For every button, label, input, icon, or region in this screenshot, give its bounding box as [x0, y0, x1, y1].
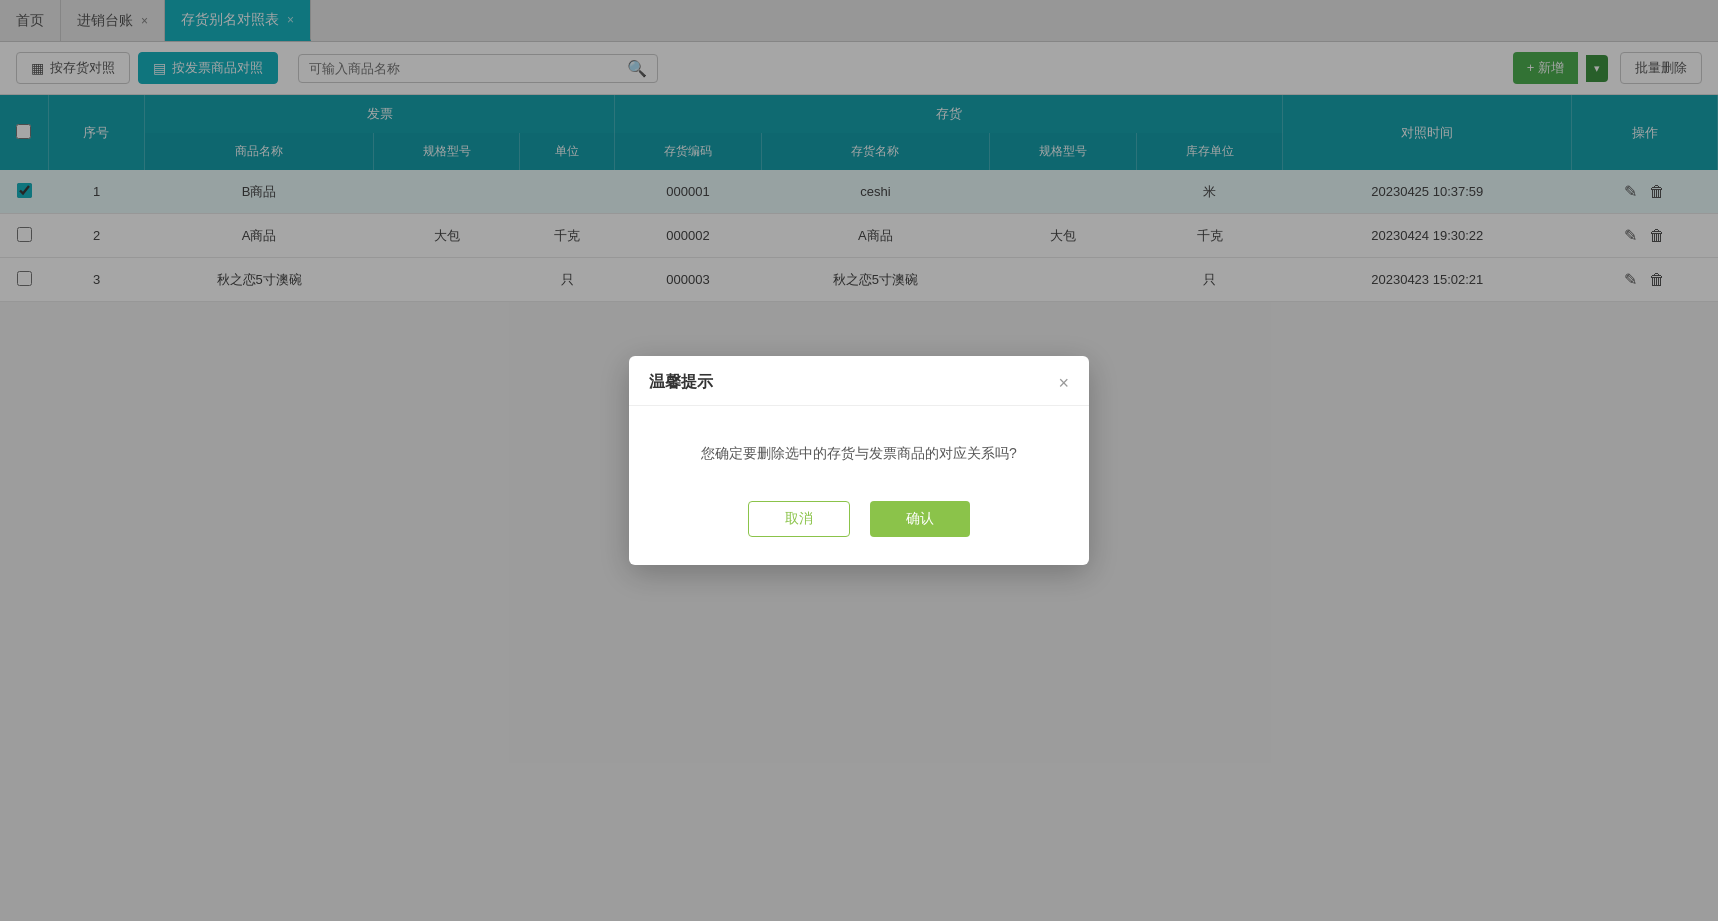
modal-overlay: 温馨提示 × 您确定要删除选中的存货与发票商品的对应关系吗? 取消 确认 — [0, 0, 1718, 302]
